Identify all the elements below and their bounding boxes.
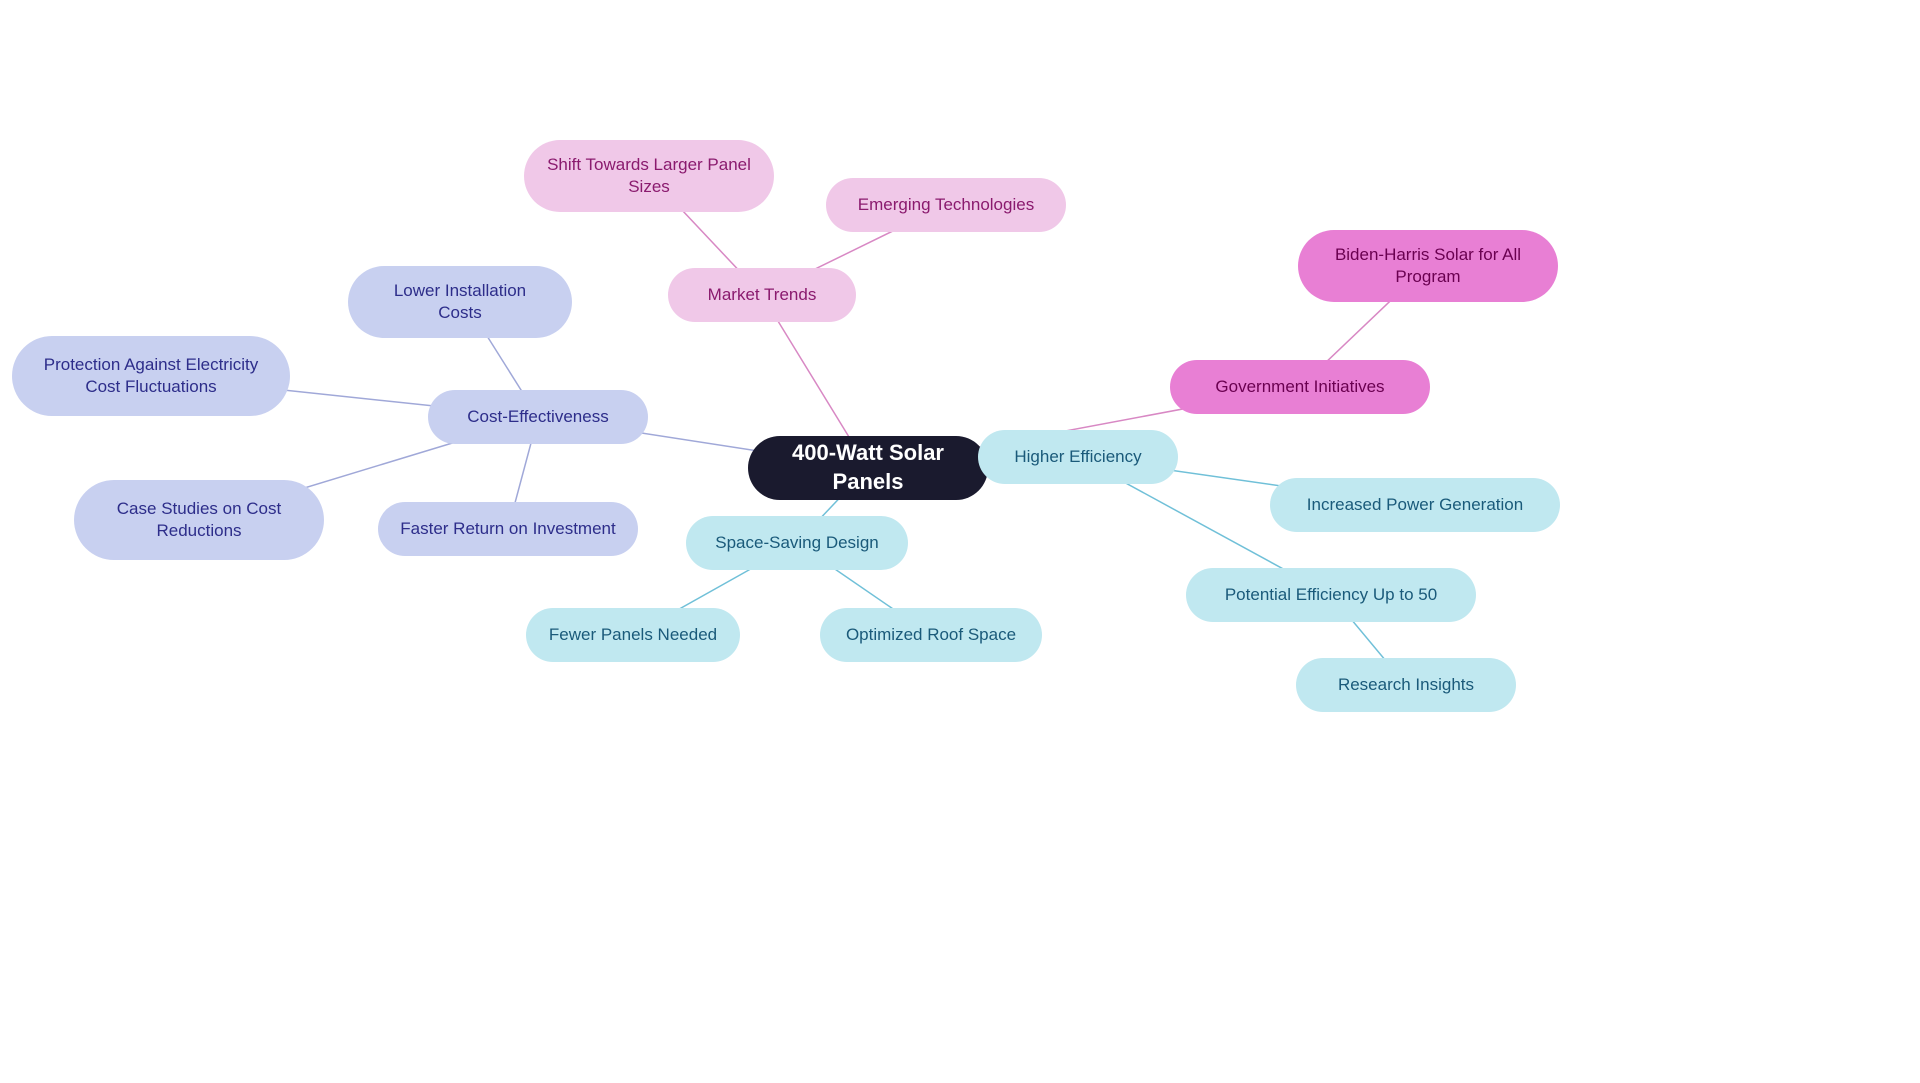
node-govt-initiatives: Government Initiatives xyxy=(1170,360,1430,414)
node-faster-roi: Faster Return on Investment xyxy=(378,502,638,556)
node-emerging-tech: Emerging Technologies xyxy=(826,178,1066,232)
node-cost-effectiveness: Cost-Effectiveness xyxy=(428,390,648,444)
node-biden-harris: Biden-Harris Solar for All Program xyxy=(1298,230,1558,302)
node-fewer-panels: Fewer Panels Needed xyxy=(526,608,740,662)
node-potential-efficiency: Potential Efficiency Up to 50 xyxy=(1186,568,1476,622)
node-increased-power: Increased Power Generation xyxy=(1270,478,1560,532)
node-research-insights: Research Insights xyxy=(1296,658,1516,712)
node-market-trends: Market Trends xyxy=(668,268,856,322)
node-optimized-roof: Optimized Roof Space xyxy=(820,608,1042,662)
node-higher-efficiency: Higher Efficiency xyxy=(978,430,1178,484)
mind-map-container: 400-Watt Solar Panels Market Trends Shift … xyxy=(0,0,1920,1083)
node-lower-install: Lower Installation Costs xyxy=(348,266,572,338)
node-case-studies: Case Studies on Cost Reductions xyxy=(74,480,324,560)
center-node: 400-Watt Solar Panels xyxy=(748,436,988,500)
node-protection: Protection Against Electricity Cost Fluc… xyxy=(12,336,290,416)
node-shift-larger: Shift Towards Larger Panel Sizes xyxy=(524,140,774,212)
node-space-saving: Space-Saving Design xyxy=(686,516,908,570)
